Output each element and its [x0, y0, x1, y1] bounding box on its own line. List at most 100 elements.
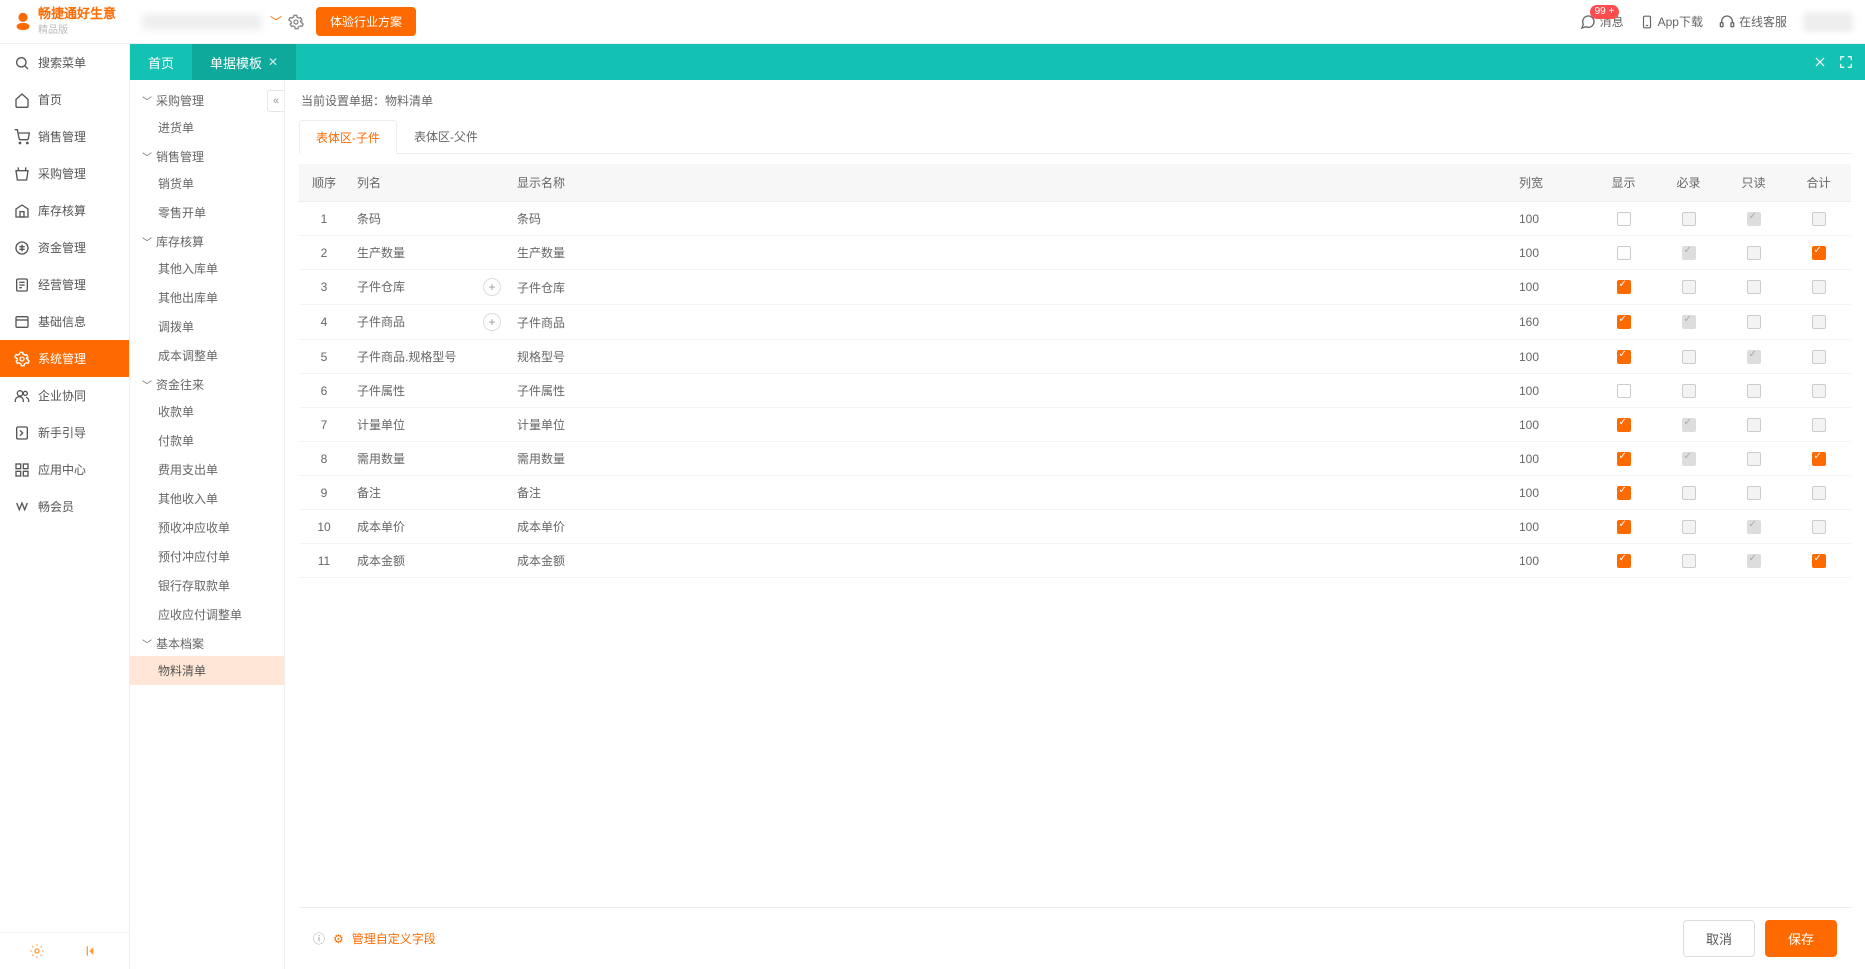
tree-item[interactable]: 调拨单	[130, 312, 284, 341]
cancel-button[interactable]: 取消	[1683, 920, 1755, 957]
show-checkbox[interactable]	[1617, 212, 1631, 226]
nav-item-apps[interactable]: 应用中心	[0, 451, 129, 488]
tree-item[interactable]: 费用支出单	[130, 455, 284, 484]
tree-item[interactable]: 成本调整单	[130, 341, 284, 370]
show-checkbox[interactable]	[1617, 418, 1631, 432]
tree-item[interactable]: 收款单	[130, 397, 284, 426]
cell-width[interactable]: 100	[1511, 202, 1591, 236]
cell-display[interactable]: 计量单位	[509, 408, 1511, 442]
tenant-selector[interactable]: ﹀	[142, 13, 282, 30]
fullscreen-icon[interactable]	[1839, 55, 1853, 69]
tree-item[interactable]: 销货单	[130, 169, 284, 198]
cell-display[interactable]: 条码	[509, 202, 1511, 236]
tree-group[interactable]: ﹀库存核算	[130, 227, 284, 254]
tree-item[interactable]: 其他收入单	[130, 484, 284, 513]
nav-item-cart[interactable]: 销售管理	[0, 118, 129, 155]
nav-item-gear[interactable]: 系统管理	[0, 340, 129, 377]
show-checkbox[interactable]	[1617, 554, 1631, 568]
tree-group-label: 采购管理	[156, 92, 204, 109]
cell-width[interactable]: 100	[1511, 544, 1591, 578]
tab-close-icon[interactable]: ✕	[268, 55, 278, 69]
add-child-icon[interactable]: +	[483, 313, 501, 331]
readonly-checkbox	[1747, 554, 1761, 568]
user-avatar-blurred[interactable]	[1803, 12, 1853, 32]
tree-item[interactable]: 其他入库单	[130, 254, 284, 283]
tree-group[interactable]: ﹀资金往来	[130, 370, 284, 397]
cell-display[interactable]: 成本单价	[509, 510, 1511, 544]
nav-item-info[interactable]: 基础信息	[0, 303, 129, 340]
cell-width[interactable]: 100	[1511, 374, 1591, 408]
save-button[interactable]: 保存	[1765, 920, 1837, 957]
inner-tab[interactable]: 表体区-父件	[397, 119, 495, 153]
total-checkbox[interactable]	[1812, 452, 1826, 466]
tree-group[interactable]: ﹀采购管理	[130, 86, 284, 113]
tree-group[interactable]: ﹀基本档案	[130, 629, 284, 656]
tree-item[interactable]: 其他出库单	[130, 283, 284, 312]
tree-item[interactable]: 预付冲应付单	[130, 542, 284, 571]
cell-width[interactable]: 100	[1511, 236, 1591, 270]
cell-width[interactable]: 100	[1511, 408, 1591, 442]
online-support-button[interactable]: 在线客服	[1719, 13, 1787, 30]
tab-close-all-icon[interactable]	[1813, 55, 1827, 69]
app-download-button[interactable]: App下载	[1640, 13, 1703, 30]
experience-industry-button[interactable]: 体验行业方案	[316, 7, 416, 36]
tree-item[interactable]: 应收应付调整单	[130, 600, 284, 629]
cell-width[interactable]: 100	[1511, 340, 1591, 374]
nav-item-warehouse[interactable]: 库存核算	[0, 192, 129, 229]
cell-order: 8	[299, 442, 349, 476]
nav-item-money[interactable]: 资金管理	[0, 229, 129, 266]
table-row: 1条码条码100	[299, 202, 1851, 236]
tree-item[interactable]: 物料清单	[130, 656, 284, 685]
nav-item-search[interactable]: 搜索菜单	[0, 44, 129, 81]
sidebar-collapse-icon[interactable]	[84, 943, 100, 959]
show-checkbox[interactable]	[1617, 452, 1631, 466]
total-checkbox[interactable]	[1812, 554, 1826, 568]
show-checkbox[interactable]	[1617, 280, 1631, 294]
nav-item-vip[interactable]: 畅会员	[0, 488, 129, 525]
cell-width[interactable]: 100	[1511, 476, 1591, 510]
show-checkbox[interactable]	[1617, 486, 1631, 500]
nav-item-team[interactable]: 企业协同	[0, 377, 129, 414]
tree-group[interactable]: ﹀销售管理	[130, 142, 284, 169]
cell-display[interactable]: 子件商品	[509, 305, 1511, 340]
tree-item[interactable]: 预收冲应收单	[130, 513, 284, 542]
tree-item[interactable]: 付款单	[130, 426, 284, 455]
nav-item-guide[interactable]: 新手引导	[0, 414, 129, 451]
cell-display[interactable]: 成本金额	[509, 544, 1511, 578]
sidebar-settings-icon[interactable]	[29, 943, 45, 959]
cell-width[interactable]: 100	[1511, 270, 1591, 305]
cell-display[interactable]: 需用数量	[509, 442, 1511, 476]
tenant-settings-icon[interactable]	[288, 14, 304, 30]
tree-item[interactable]: 进货单	[130, 113, 284, 142]
cell-display[interactable]: 规格型号	[509, 340, 1511, 374]
show-checkbox[interactable]	[1617, 520, 1631, 534]
total-checkbox[interactable]	[1812, 246, 1826, 260]
cell-display[interactable]: 备注	[509, 476, 1511, 510]
show-checkbox[interactable]	[1617, 315, 1631, 329]
show-checkbox[interactable]	[1617, 246, 1631, 260]
show-checkbox[interactable]	[1617, 384, 1631, 398]
cell-display[interactable]: 生产数量	[509, 236, 1511, 270]
cell-width[interactable]: 100	[1511, 442, 1591, 476]
total-checkbox	[1812, 280, 1826, 294]
tree-collapse-handle[interactable]: «	[267, 90, 285, 112]
nav-item-bag[interactable]: 采购管理	[0, 155, 129, 192]
tree-item[interactable]: 零售开单	[130, 198, 284, 227]
cell-width[interactable]: 160	[1511, 305, 1591, 340]
add-child-icon[interactable]: +	[483, 278, 501, 296]
tab-首页[interactable]: 首页	[130, 44, 192, 80]
show-checkbox[interactable]	[1617, 350, 1631, 364]
cell-display[interactable]: 子件仓库	[509, 270, 1511, 305]
tab-单据模板[interactable]: 单据模板✕	[192, 44, 296, 80]
manage-custom-fields-link[interactable]: 管理自定义字段	[352, 930, 436, 947]
cell-display[interactable]: 子件属性	[509, 374, 1511, 408]
cell-width[interactable]: 100	[1511, 510, 1591, 544]
nav-item-report[interactable]: 经营管理	[0, 266, 129, 303]
messages-button[interactable]: 99 + 消息	[1580, 13, 1624, 30]
tree-item[interactable]: 银行存取款单	[130, 571, 284, 600]
apps-icon	[14, 462, 30, 478]
chevron-down-icon: ﹀	[142, 234, 152, 249]
nav-item-home[interactable]: 首页	[0, 81, 129, 118]
table-row: 3子件仓库+子件仓库100	[299, 270, 1851, 305]
inner-tab[interactable]: 表体区-子件	[299, 120, 397, 154]
